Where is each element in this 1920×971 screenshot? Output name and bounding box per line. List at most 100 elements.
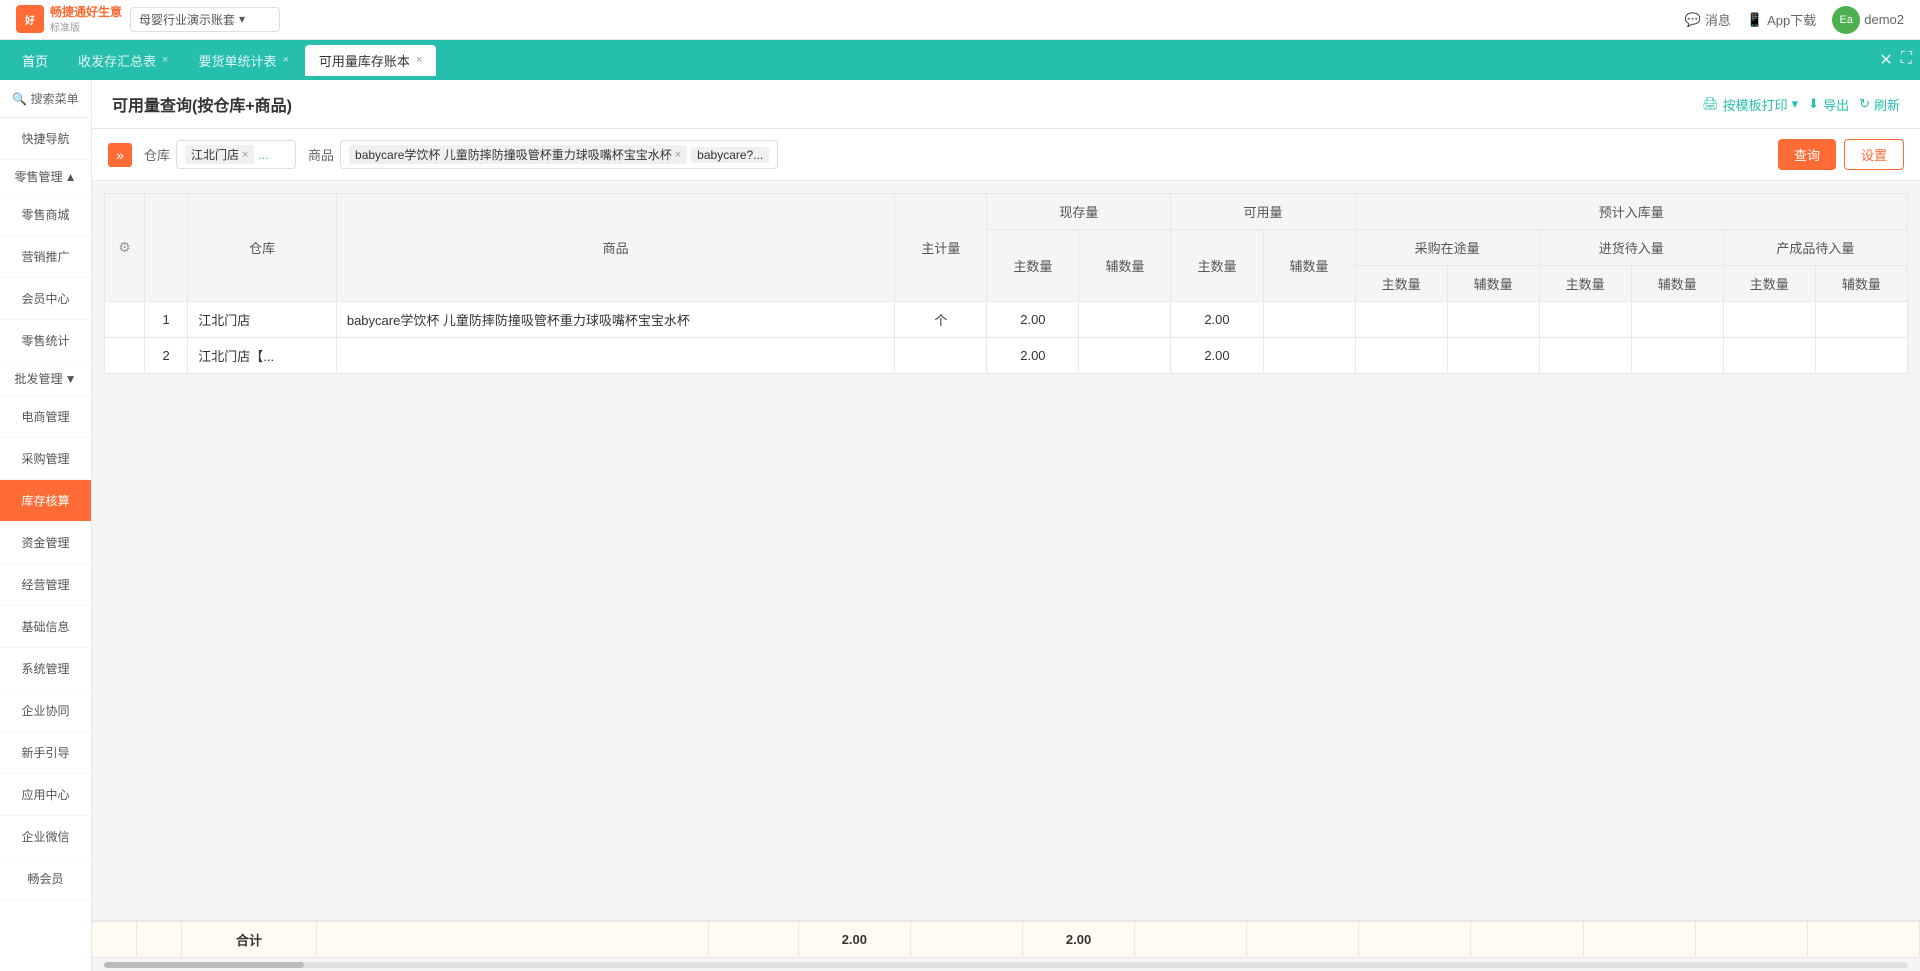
sidebar-item-enterprise-collab[interactable]: 企业协同 [0, 690, 91, 732]
inventory-check-label: 库存核算 [21, 492, 69, 509]
system-mgmt-label: 系统管理 [21, 660, 69, 677]
summary-inbound-pending-main [1471, 922, 1583, 957]
row-current-main-0: 2.00 [987, 302, 1079, 338]
row-available-main-0: 2.00 [1171, 302, 1263, 338]
settings-icon[interactable]: ⚙ [118, 239, 131, 255]
sidebar-item-purchase-mgmt[interactable]: 采购管理 [0, 438, 91, 480]
row-gear-0 [105, 302, 145, 338]
summary-row: 合计 2.00 2.00 [92, 920, 1920, 957]
scrollbar-track[interactable] [104, 962, 1908, 968]
refresh-icon: ↻ [1859, 96, 1870, 112]
message-button[interactable]: 💬 消息 [1685, 10, 1731, 29]
th-inbound-pending-main: 主数量 [1539, 266, 1631, 302]
ecommerce-mgmt-label: 电商管理 [21, 408, 69, 425]
sidebar-item-basic-info[interactable]: 基础信息 [0, 606, 91, 648]
tab-home[interactable]: 首页 [8, 45, 62, 76]
th-main-unit: 主计量 [895, 194, 987, 302]
chevron-down-icon-print: ▾ [1792, 96, 1799, 112]
sidebar-item-app-center[interactable]: 应用中心 [0, 774, 91, 816]
user-area[interactable]: Ea demo2 [1832, 6, 1904, 34]
sidebar-item-enterprise-wechat[interactable]: 企业微信 [0, 816, 91, 858]
query-button[interactable]: 查询 [1778, 139, 1836, 170]
row-current-aux-1 [1079, 338, 1171, 374]
th-available: 可用量 [1171, 194, 1355, 230]
settings-button[interactable]: 设置 [1844, 139, 1904, 170]
summary-production-pending-aux [1807, 922, 1919, 957]
org-selector[interactable]: 母婴行业演示账套 ▾ [130, 7, 280, 32]
operations-mgmt-label: 经营管理 [21, 576, 69, 593]
sidebar-search[interactable]: 🔍 搜索菜单 [0, 80, 91, 118]
warehouse-more[interactable]: ... [258, 148, 268, 162]
sidebar-item-zero-stats[interactable]: 零售统计 [0, 320, 91, 362]
sidebar-item-quick-nav[interactable]: 快捷导航 [0, 118, 91, 160]
newbie-guide-label: 新手引导 [21, 744, 69, 761]
sidebar-item-system-mgmt[interactable]: 系统管理 [0, 648, 91, 690]
app-download-label: App下载 [1767, 10, 1816, 29]
th-gear: ⚙ [105, 194, 145, 302]
tab-yaohuo[interactable]: 要货单统计表 × [184, 45, 302, 76]
summary-available-main-qty: 2.00 [1023, 922, 1135, 957]
sidebar-item-zero-mall[interactable]: 零售商城 [0, 194, 91, 236]
sidebar-item-inventory-check[interactable]: 库存核算 [0, 480, 91, 522]
row-inbound-pending-aux-1 [1631, 338, 1723, 374]
product-tag-1-value: babycare?... [697, 148, 763, 162]
sidebar-item-ecommerce-mgmt[interactable]: 电商管理 [0, 396, 91, 438]
sidebar-item-member-program[interactable]: 畅会员 [0, 858, 91, 900]
nav-right-actions: ✕ ⛶ [1879, 50, 1912, 70]
nav-expand-button[interactable]: ⛶ [1901, 50, 1912, 70]
row-inbound-pending-main-0 [1539, 302, 1631, 338]
nav-close-button[interactable]: ✕ [1879, 50, 1892, 70]
app-download-button[interactable]: 📱 App下载 [1747, 10, 1816, 29]
sidebar-item-finance-mgmt[interactable]: 资金管理 [0, 522, 91, 564]
tab-shoufa-close[interactable]: × [162, 54, 168, 66]
th-rownum [145, 194, 188, 302]
search-icon: 🔍 [12, 92, 27, 106]
member-program-label: 畅会员 [27, 870, 63, 887]
row-warehouse-0: 江北门店 [188, 302, 337, 338]
sidebar-search-label: 搜索菜单 [31, 92, 79, 106]
product-tag-0-close[interactable]: × [675, 149, 681, 161]
tab-shoufa-label: 收发存汇总表 [78, 51, 156, 70]
scrollbar-thumb[interactable] [104, 962, 304, 968]
sidebar-item-member-center[interactable]: 会员中心 [0, 278, 91, 320]
template-print-button[interactable]: 🖨 按模板打印 ▾ [1702, 95, 1798, 114]
sidebar-item-newbie-guide[interactable]: 新手引导 [0, 732, 91, 774]
th-purchase-transit-main: 主数量 [1355, 266, 1447, 302]
row-num-1: 2 [145, 338, 188, 374]
sidebar-item-batch-mgmt[interactable]: 批发管理 ▼ [0, 362, 91, 396]
row-purchase-transit-aux-1 [1447, 338, 1539, 374]
warehouse-tag-value: 江北门店 [191, 146, 239, 163]
warehouse-tag-container[interactable]: 江北门店 × ... [176, 140, 296, 169]
data-table: ⚙ 仓库 商品 主计量 现存量 可用量 预计入库量 主数量 辅数量 主数量 [104, 193, 1908, 374]
summary-available-aux-qty [1135, 922, 1247, 957]
product-tag-0-value: babycare学饮杯 儿童防摔防撞吸管杯重力球吸嘴杯宝宝水杯 [355, 146, 672, 163]
app-center-label: 应用中心 [21, 786, 69, 803]
product-filter-label: 商品 [308, 145, 334, 164]
logo-sub: 标准版 [50, 19, 122, 34]
th-production-pending: 产成品待入量 [1723, 230, 1907, 266]
refresh-button[interactable]: ↻ 刷新 [1859, 95, 1900, 114]
message-label: 消息 [1705, 10, 1731, 29]
tab-yaohuo-close[interactable]: × [282, 54, 288, 66]
finance-mgmt-label: 资金管理 [21, 534, 69, 551]
sidebar-item-operations-mgmt[interactable]: 经营管理 [0, 564, 91, 606]
sidebar-item-marketing[interactable]: 营销推广 [0, 236, 91, 278]
org-selector-label: 母婴行业演示账套 [139, 11, 235, 28]
row-available-aux-1 [1263, 338, 1355, 374]
tab-keyongliang-close[interactable]: × [416, 54, 422, 66]
refresh-label: 刷新 [1874, 95, 1900, 114]
row-available-aux-0 [1263, 302, 1355, 338]
table-row[interactable]: 1 江北门店 babycare学饮杯 儿童防摔防撞吸管杯重力球吸嘴杯宝宝水杯 个… [105, 302, 1908, 338]
filter-expand-button[interactable]: » [108, 143, 132, 167]
tab-keyongliang[interactable]: 可用量库存账本 × [305, 45, 436, 76]
logo-area: 好 畅捷通好生意 标准版 [16, 5, 122, 34]
row-main-unit-1 [895, 338, 987, 374]
warehouse-tag-close[interactable]: × [242, 149, 248, 161]
sidebar-item-zero-sales-mgmt[interactable]: 零售管理 ▲ [0, 160, 91, 194]
product-tag-container[interactable]: babycare学饮杯 儿童防摔防撞吸管杯重力球吸嘴杯宝宝水杯 × babyca… [340, 140, 778, 169]
tab-shoufa[interactable]: 收发存汇总表 × [64, 45, 182, 76]
table-row[interactable]: 2 江北门店【... 2.00 2.00 [105, 338, 1908, 374]
export-button[interactable]: ⬇ 导出 [1808, 95, 1849, 114]
summary-spacer-2 [137, 922, 182, 957]
template-print-label: 按模板打印 [1723, 95, 1788, 114]
